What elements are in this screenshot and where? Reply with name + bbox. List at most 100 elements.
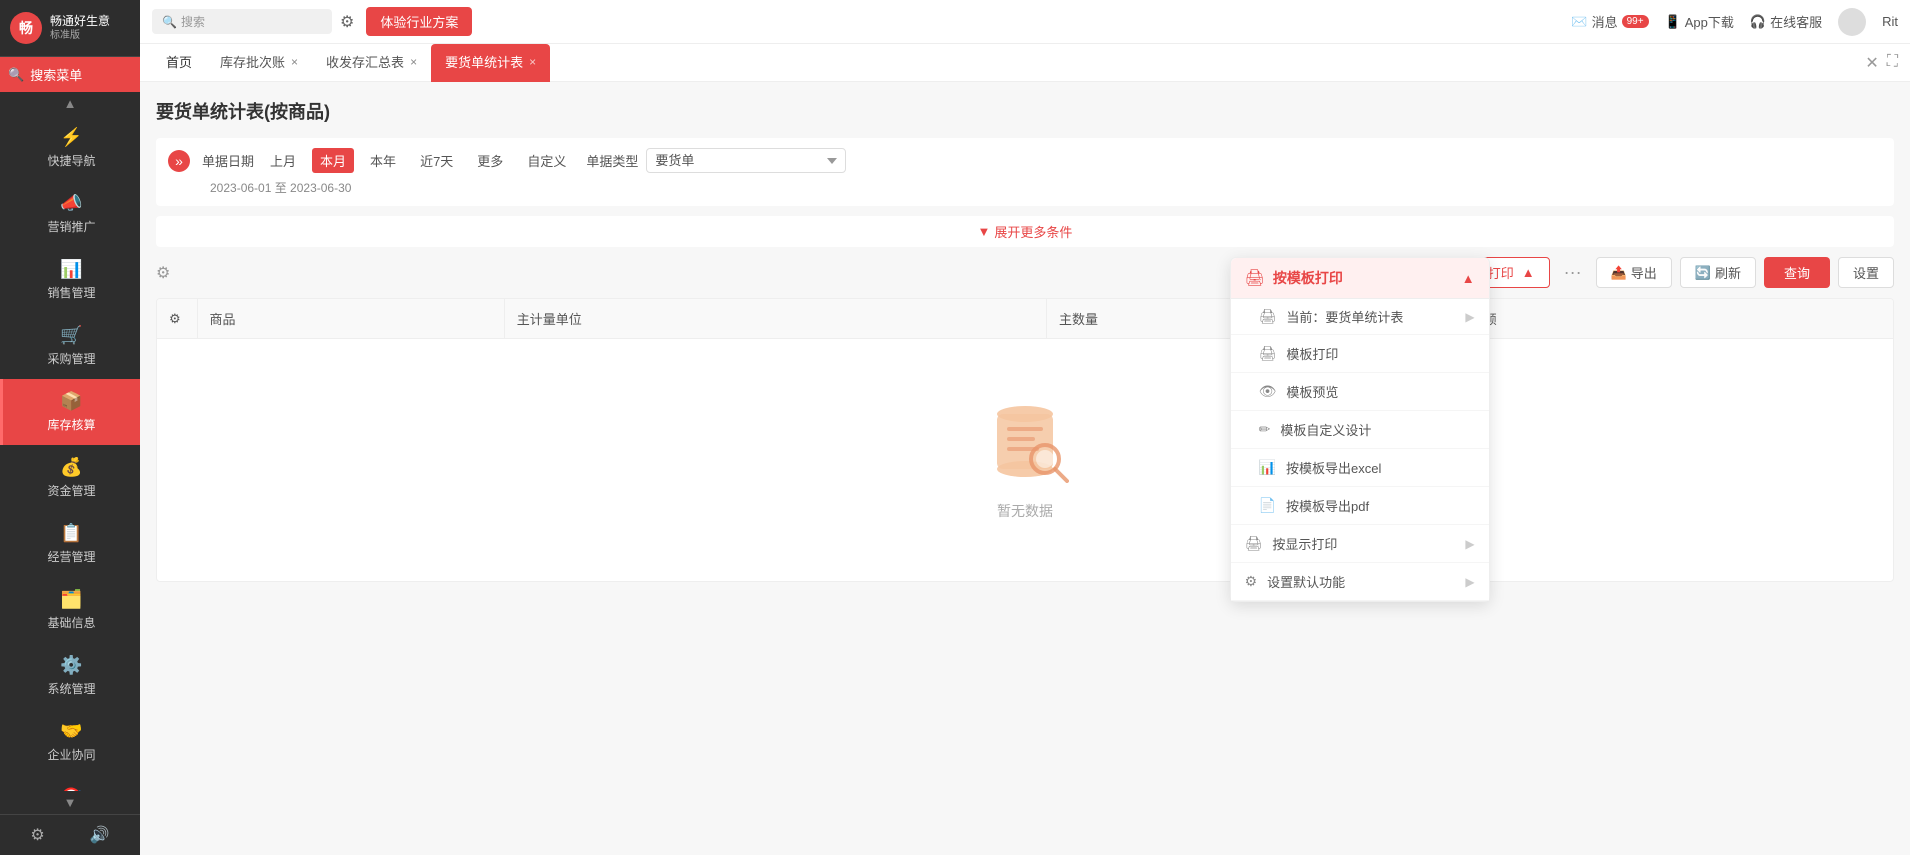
sound-icon[interactable]: 🔊	[90, 825, 110, 845]
template-preview-icon: 👁	[1259, 383, 1277, 400]
date-btn-this-year[interactable]: 本年	[362, 148, 404, 173]
sidebar-item-basics[interactable]: 🗂️ 基础信息	[0, 577, 140, 643]
sidebar-item-label: 资金管理	[47, 482, 95, 499]
print-dropdown-icon: 🖨	[1245, 268, 1265, 288]
settings-btn[interactable]: 设置	[1838, 257, 1894, 288]
sidebar-item-label: 营销推广	[47, 218, 95, 235]
date-btn-7days[interactable]: 近7天	[412, 148, 461, 173]
expand-more-btn[interactable]: ▼ 展开更多条件	[156, 216, 1894, 247]
logo-icon: 畅	[10, 12, 42, 44]
print-arrow-icon: ▲	[1522, 265, 1535, 280]
dd-item-export-excel[interactable]: 📊 按模板导出excel	[1231, 449, 1489, 487]
sidebar-item-purchase[interactable]: 🛒 采购管理	[0, 313, 140, 379]
sidebar-item-operations[interactable]: 📋 经营管理	[0, 511, 140, 577]
tab-inventory-batch[interactable]: 库存批次账 ×	[206, 44, 312, 82]
expand-more-label: 展开更多条件	[994, 222, 1072, 241]
settings-icon[interactable]: ⚙	[30, 825, 44, 845]
sidebar-item-enterprise[interactable]: 🤝 企业协同	[0, 709, 140, 775]
empty-row: 暂无数据	[157, 339, 1893, 582]
header-gear-btn[interactable]: ⚙	[340, 12, 354, 32]
type-label: 单据类型	[586, 151, 638, 170]
sidebar-item-label: 企业协同	[47, 746, 95, 763]
date-btn-last-month[interactable]: 上月	[262, 148, 304, 173]
trial-industry-btn[interactable]: 体验行业方案	[366, 7, 472, 36]
operations-icon: 📋	[60, 523, 82, 544]
sidebar-item-inventory[interactable]: 📦 库存核算	[0, 379, 140, 445]
refresh-icon: 🔄	[1695, 265, 1711, 281]
user-avatar[interactable]	[1838, 8, 1866, 36]
export-pdf-icon: 📄	[1259, 497, 1276, 514]
display-print-label: 按显示打印	[1272, 534, 1337, 553]
query-btn[interactable]: 查询	[1764, 257, 1830, 288]
dd-sub-display-print[interactable]: 🖨 按显示打印 ▶	[1231, 525, 1489, 563]
dd-item-template-preview[interactable]: 👁 模板预览	[1231, 373, 1489, 411]
sidebar-scroll-down[interactable]: ▼	[0, 791, 140, 814]
message-btn[interactable]: ✉️ 消息 99+	[1571, 12, 1648, 31]
tab-home[interactable]: 首页	[152, 44, 206, 82]
type-filter-group: 单据类型 要货单	[586, 148, 846, 173]
sidebar-scroll-up[interactable]: ▲	[0, 92, 140, 115]
online-service-btn[interactable]: 🎧 在线客服	[1750, 12, 1822, 31]
table-gear-icon[interactable]: ⚙	[156, 263, 170, 283]
print-dropdown-title: 按模板打印	[1273, 268, 1462, 288]
tabs-bar: 首页 库存批次账 × 收发存汇总表 × 要货单统计表 × ✕ ⛶	[140, 44, 1910, 82]
date-btn-this-month[interactable]: 本月	[312, 148, 354, 173]
dd-current-template[interactable]: 🖨 当前：要货单统计表 ▶	[1231, 299, 1489, 335]
date-label: 单据日期	[202, 151, 254, 170]
sidebar-item-sales[interactable]: 📊 销售管理	[0, 247, 140, 313]
message-label: 消息	[1592, 12, 1618, 31]
search-menu-btn[interactable]: 🔍 搜索菜单	[0, 57, 140, 92]
dd-sub-default-func[interactable]: ⚙ 设置默认功能 ▶	[1231, 563, 1489, 601]
more-btn[interactable]: ···	[1558, 260, 1588, 285]
current-template-label: 当前：要货单统计表	[1286, 307, 1403, 326]
sidebar-item-label: 采购管理	[47, 350, 95, 367]
sidebar-item-quick-nav[interactable]: ⚡ 快捷导航	[0, 115, 140, 181]
export-excel-label: 按模板导出excel	[1286, 458, 1381, 477]
filter-bar: » 单据日期 上月 本月 本年 近7天 更多 自定义 2023-06-01 至 …	[156, 138, 1894, 206]
sidebar-item-label: 快捷导航	[47, 152, 95, 169]
page-title: 要货单统计表(按商品)	[156, 98, 1894, 124]
default-func-label: 设置默认功能	[1267, 572, 1345, 591]
print-dropdown-header[interactable]: 🖨 按模板打印 ▲	[1231, 258, 1489, 299]
app-logo: 畅 畅通好生意 标准版	[0, 0, 140, 57]
search-bar[interactable]: 🔍 搜索	[152, 9, 332, 34]
window-close-btn[interactable]: ✕	[1865, 53, 1878, 73]
app-download-btn[interactable]: 📱 App下载	[1665, 12, 1734, 31]
expand-arrow-icon: ▼	[978, 224, 991, 239]
filter-expand-btn[interactable]: »	[168, 150, 190, 172]
app-download-icon: 📱	[1665, 14, 1681, 30]
print-btn-container: 🖨 按模板打印 ▲ 🖨 按模板打印 ▲ 🖨 当前：要货单统计表	[1413, 257, 1549, 288]
export-label: 导出	[1631, 263, 1657, 282]
type-select[interactable]: 要货单	[646, 148, 846, 173]
date-range-row: 2023-06-01 至 2023-06-30	[202, 179, 574, 196]
sidebar-item-marketing[interactable]: 📣 营销推广	[0, 181, 140, 247]
sidebar-item-system[interactable]: ⚙️ 系统管理	[0, 643, 140, 709]
tab-close-btn[interactable]: ×	[410, 55, 417, 69]
search-bar-placeholder: 搜索	[181, 13, 205, 30]
empty-text: 暂无数据	[997, 501, 1053, 521]
print-dropdown-arrow: ▲	[1462, 271, 1475, 286]
data-table: ⚙ 商品 主计量单位 主数量 零售金额	[156, 298, 1894, 582]
sidebar-nav: ⚡ 快捷导航 📣 营销推广 📊 销售管理 🛒 采购管理 📦 库存核算 💰 资金管…	[0, 115, 140, 791]
date-btn-custom[interactable]: 自定义	[519, 148, 574, 173]
sidebar-item-label: 经营管理	[47, 548, 95, 565]
col-retail-amount: 零售金额	[1432, 299, 1893, 339]
refresh-btn[interactable]: 🔄 刷新	[1680, 257, 1756, 288]
window-maximize-btn[interactable]: ⛶	[1887, 53, 1898, 73]
date-range: 2023-06-01 至 2023-06-30	[210, 179, 351, 196]
tab-close-btn[interactable]: ×	[291, 55, 298, 69]
dd-item-export-pdf[interactable]: 📄 按模板导出pdf	[1231, 487, 1489, 525]
system-icon: ⚙️	[60, 655, 82, 676]
dd-item-template-print[interactable]: 🖨 模板打印	[1231, 335, 1489, 373]
top-header: 🔍 搜索 ⚙ 体验行业方案 ✉️ 消息 99+ 📱 App下载 🎧 在线客服 R…	[140, 0, 1910, 44]
toolbar-row: ⚙ 🖨 按模板打印 ▲ 🖨 按模板打印 ▲	[156, 257, 1894, 288]
sidebar-item-guide[interactable]: 🎯 新手引导	[0, 775, 140, 791]
dd-item-template-design[interactable]: ✏ 模板自定义设计	[1231, 411, 1489, 449]
sidebar-item-finance[interactable]: 💰 资金管理	[0, 445, 140, 511]
col-settings[interactable]: ⚙	[157, 299, 197, 339]
tab-close-btn[interactable]: ×	[529, 55, 536, 69]
tab-order-stats[interactable]: 要货单统计表 ×	[431, 44, 550, 82]
tab-receipt-summary[interactable]: 收发存汇总表 ×	[312, 44, 431, 82]
export-btn[interactable]: 📤 导出	[1596, 257, 1672, 288]
date-btn-more[interactable]: 更多	[469, 148, 511, 173]
